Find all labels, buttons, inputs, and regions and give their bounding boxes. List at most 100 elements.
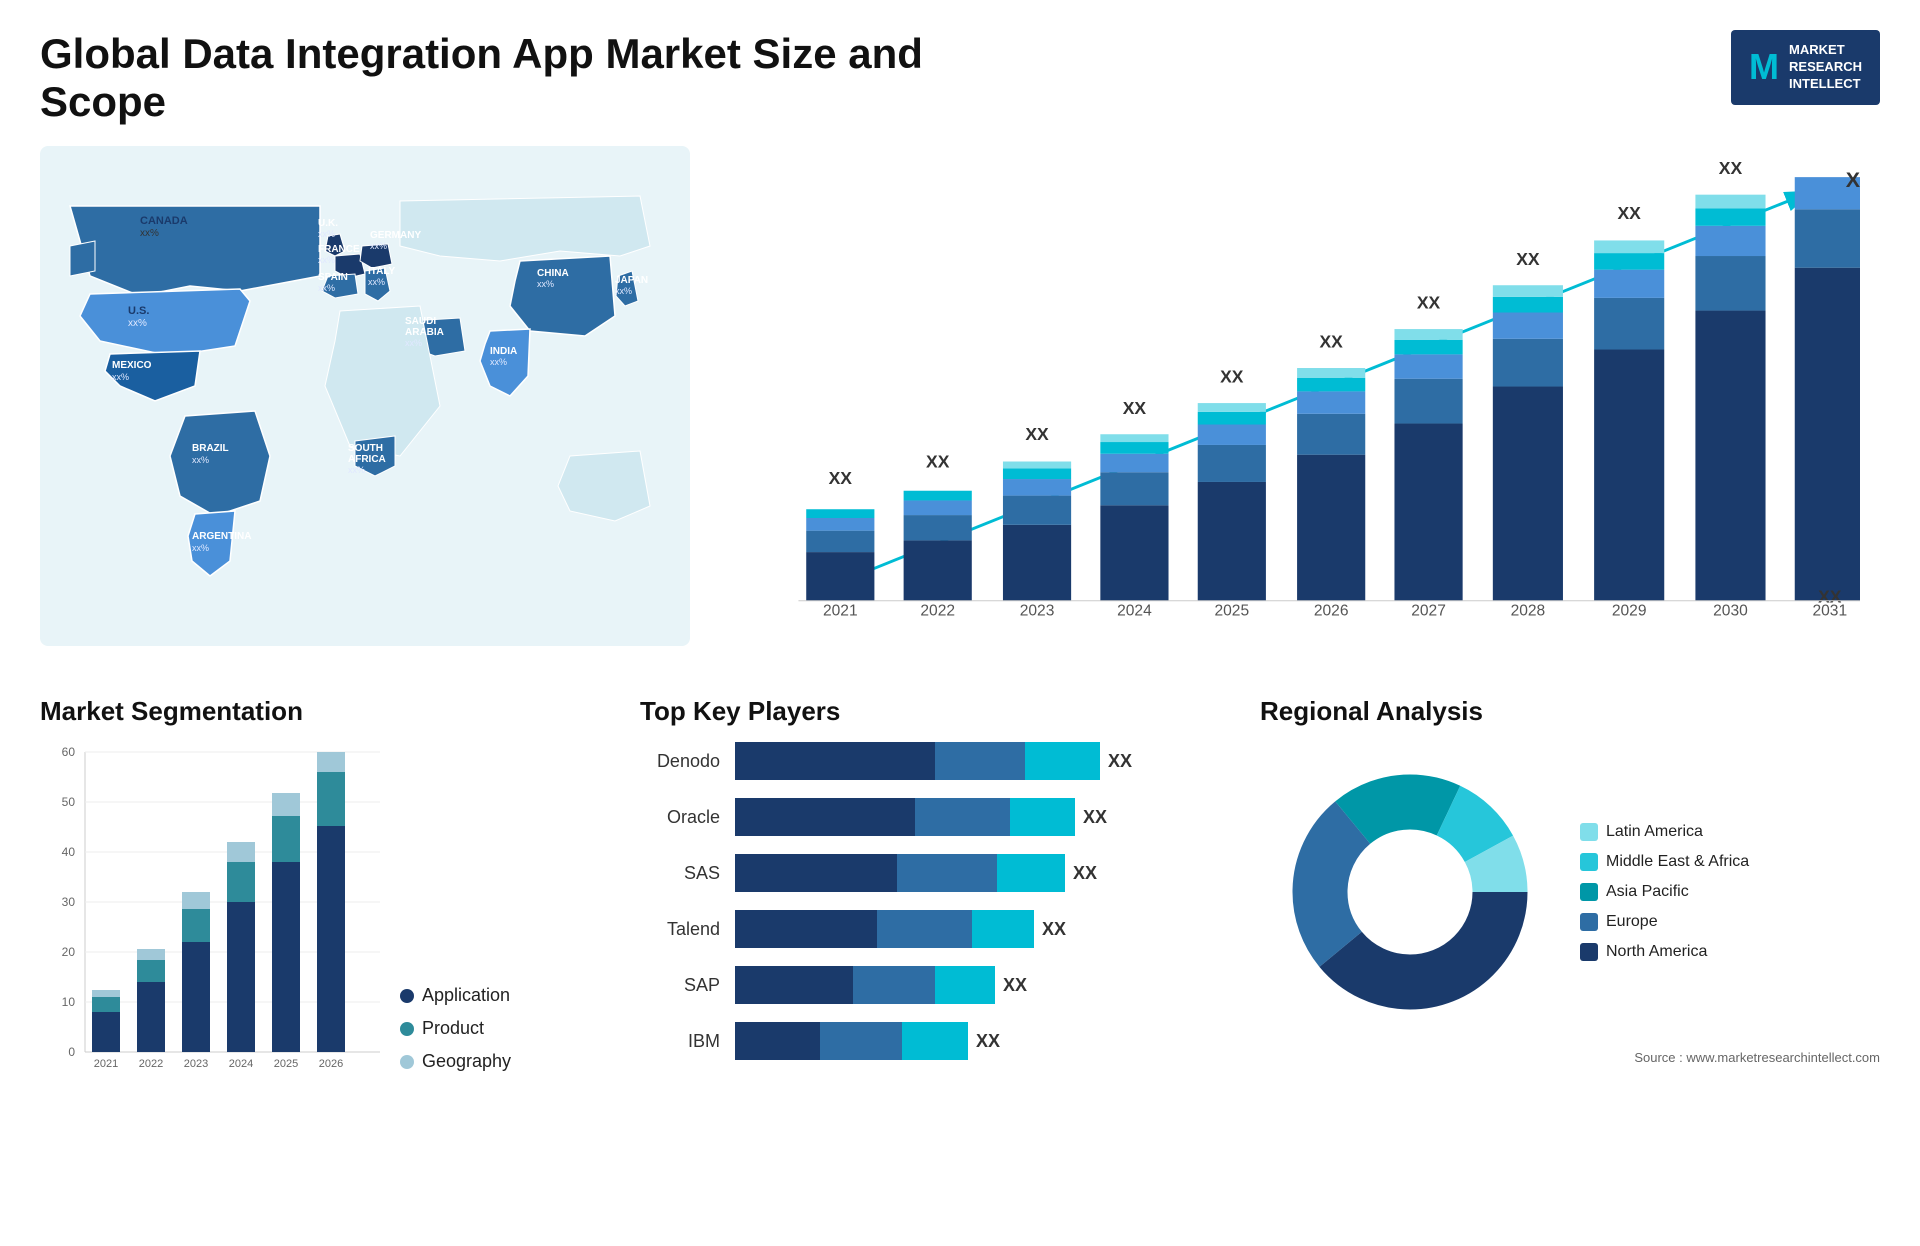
segmentation-legend: Application Product Geography	[400, 985, 511, 1102]
legend-product: Product	[400, 1018, 511, 1039]
logo-area: M MARKET RESEARCH INTELLECT	[1731, 30, 1880, 105]
bar-2031-dark	[1795, 268, 1860, 601]
bar-2030-mid	[1695, 256, 1765, 311]
bar-2027-label: XX	[1417, 293, 1441, 313]
seg-bar-2023-app	[182, 942, 210, 1052]
svg-text:30: 30	[62, 895, 76, 909]
uk-label: U.K.	[318, 218, 338, 229]
japan-label: JAPAN	[615, 275, 648, 286]
segmentation-title: Market Segmentation	[40, 696, 620, 727]
svg-text:0: 0	[68, 1045, 75, 1059]
japan-value: xx%	[615, 286, 632, 296]
player-bar-sap: XX	[735, 966, 1240, 1004]
southafrica-label2: AFRICA	[348, 454, 386, 465]
saudi-label2: ARABIA	[405, 327, 444, 338]
bar-2025-cyan	[1198, 412, 1266, 425]
bar-2030-light	[1695, 226, 1765, 256]
regional-legend: Latin America Middle East & Africa Asia …	[1580, 823, 1749, 961]
svg-text:2022: 2022	[139, 1058, 163, 1070]
bar-2031-top-label: XX	[1846, 168, 1860, 192]
bar-2027-mid	[1394, 379, 1462, 424]
bar-2025-label: XX	[1220, 367, 1244, 387]
bar-2023-cyan	[1003, 468, 1071, 479]
italy-value: xx%	[368, 277, 385, 287]
bar-2030-cyan	[1695, 208, 1765, 226]
logo-box: M MARKET RESEARCH INTELLECT	[1731, 30, 1880, 105]
svg-text:2024: 2024	[229, 1058, 253, 1070]
legend-label-geography: Geography	[422, 1051, 511, 1072]
year-2028: 2028	[1511, 602, 1546, 619]
svg-text:2021: 2021	[94, 1058, 118, 1070]
player-row-sas: SAS XX	[640, 854, 1240, 892]
china-value: xx%	[537, 279, 554, 289]
bar-2023-label: XX	[1025, 424, 1049, 444]
reg-legend-asia: Asia Pacific	[1580, 883, 1749, 901]
reg-label-europe: Europe	[1606, 913, 1658, 931]
player-bar-ibm: XX	[735, 1022, 1240, 1060]
regional-title: Regional Analysis	[1260, 696, 1880, 727]
bar-2021-dark	[806, 552, 874, 601]
bar-2024-lcyan	[1100, 434, 1168, 442]
bar-2021-cyan	[806, 509, 874, 518]
denodo-bar-seg1	[735, 742, 935, 780]
year-2026: 2026	[1314, 602, 1349, 619]
seg-bar-2022-app	[137, 982, 165, 1052]
bar-2026-light	[1297, 391, 1365, 413]
map-section: CANADA xx% U.S. xx% MEXICO xx% BRAZIL xx…	[40, 146, 690, 666]
italy-label: ITALY	[368, 266, 396, 277]
player-name-talend: Talend	[640, 919, 720, 940]
player-row-sap: SAP XX	[640, 966, 1240, 1004]
bar-2028-dark	[1493, 387, 1563, 601]
year-2023: 2023	[1020, 602, 1055, 619]
reg-label-asia: Asia Pacific	[1606, 883, 1689, 901]
key-players-title: Top Key Players	[640, 696, 1240, 727]
segmentation-chart: 0 10 20 30 40 50 60 2021	[40, 742, 380, 1102]
logo-text: MARKET RESEARCH INTELLECT	[1789, 42, 1862, 93]
legend-label-application: Application	[422, 985, 510, 1006]
bar-2026-label: XX	[1319, 332, 1343, 352]
svg-text:60: 60	[62, 745, 76, 759]
reg-color-asia	[1580, 883, 1598, 901]
china-label: CHINA	[537, 268, 569, 279]
svg-text:20: 20	[62, 945, 76, 959]
france-label: FRANCE	[318, 244, 360, 255]
svg-text:2025: 2025	[274, 1058, 298, 1070]
ibm-bar-seg3	[902, 1022, 968, 1060]
bar-2025-light	[1198, 425, 1266, 445]
year-2025: 2025	[1214, 602, 1249, 619]
argentina-value: xx%	[192, 543, 209, 553]
players-list: Denodo XX Oracle XX	[640, 742, 1240, 1060]
france-value: xx%	[318, 255, 335, 265]
reg-label-latin: Latin America	[1606, 823, 1703, 841]
legend-dot-product	[400, 1022, 414, 1036]
argentina-label: ARGENTINA	[192, 531, 251, 542]
bar-2023-mid	[1003, 496, 1071, 525]
southafrica-value: xx%	[348, 465, 365, 475]
player-row-oracle: Oracle XX	[640, 798, 1240, 836]
player-row-denodo: Denodo XX	[640, 742, 1240, 780]
canada-shape	[70, 206, 320, 296]
year-2031: 2031	[1812, 602, 1847, 619]
seg-bar-2025-prod	[272, 816, 300, 862]
logo-m-letter: M	[1749, 46, 1779, 88]
seg-bar-2021-prod	[92, 997, 120, 1012]
bottom-section: Market Segmentation 0 10 20 30 40 50 60	[40, 696, 1880, 1216]
brazil-label: BRAZIL	[192, 443, 229, 454]
segmentation-section: Market Segmentation 0 10 20 30 40 50 60	[40, 696, 620, 1216]
world-map-svg: CANADA xx% U.S. xx% MEXICO xx% BRAZIL xx…	[40, 146, 690, 646]
bar-2022-dark	[904, 540, 972, 600]
bar-2023-light	[1003, 479, 1071, 496]
bar-2024-light	[1100, 454, 1168, 473]
main-bar-chart: XX 2021 XX 2022 XX 2023 XX 2024	[740, 156, 1860, 656]
chart-section: XX 2021 XX 2022 XX 2023 XX 2024	[720, 146, 1880, 666]
bar-2029-lcyan	[1594, 240, 1664, 253]
player-row-ibm: IBM XX	[640, 1022, 1240, 1060]
source-text: Source : www.marketresearchintellect.com	[1260, 1050, 1880, 1065]
sap-bar-seg2	[853, 966, 935, 1004]
svg-text:40: 40	[62, 845, 76, 859]
bar-2027-cyan	[1394, 340, 1462, 355]
year-2021: 2021	[823, 602, 858, 619]
regional-inner: Latin America Middle East & Africa Asia …	[1260, 742, 1880, 1042]
ibm-bar-seg1	[735, 1022, 820, 1060]
seg-bar-2022-prod	[137, 960, 165, 982]
